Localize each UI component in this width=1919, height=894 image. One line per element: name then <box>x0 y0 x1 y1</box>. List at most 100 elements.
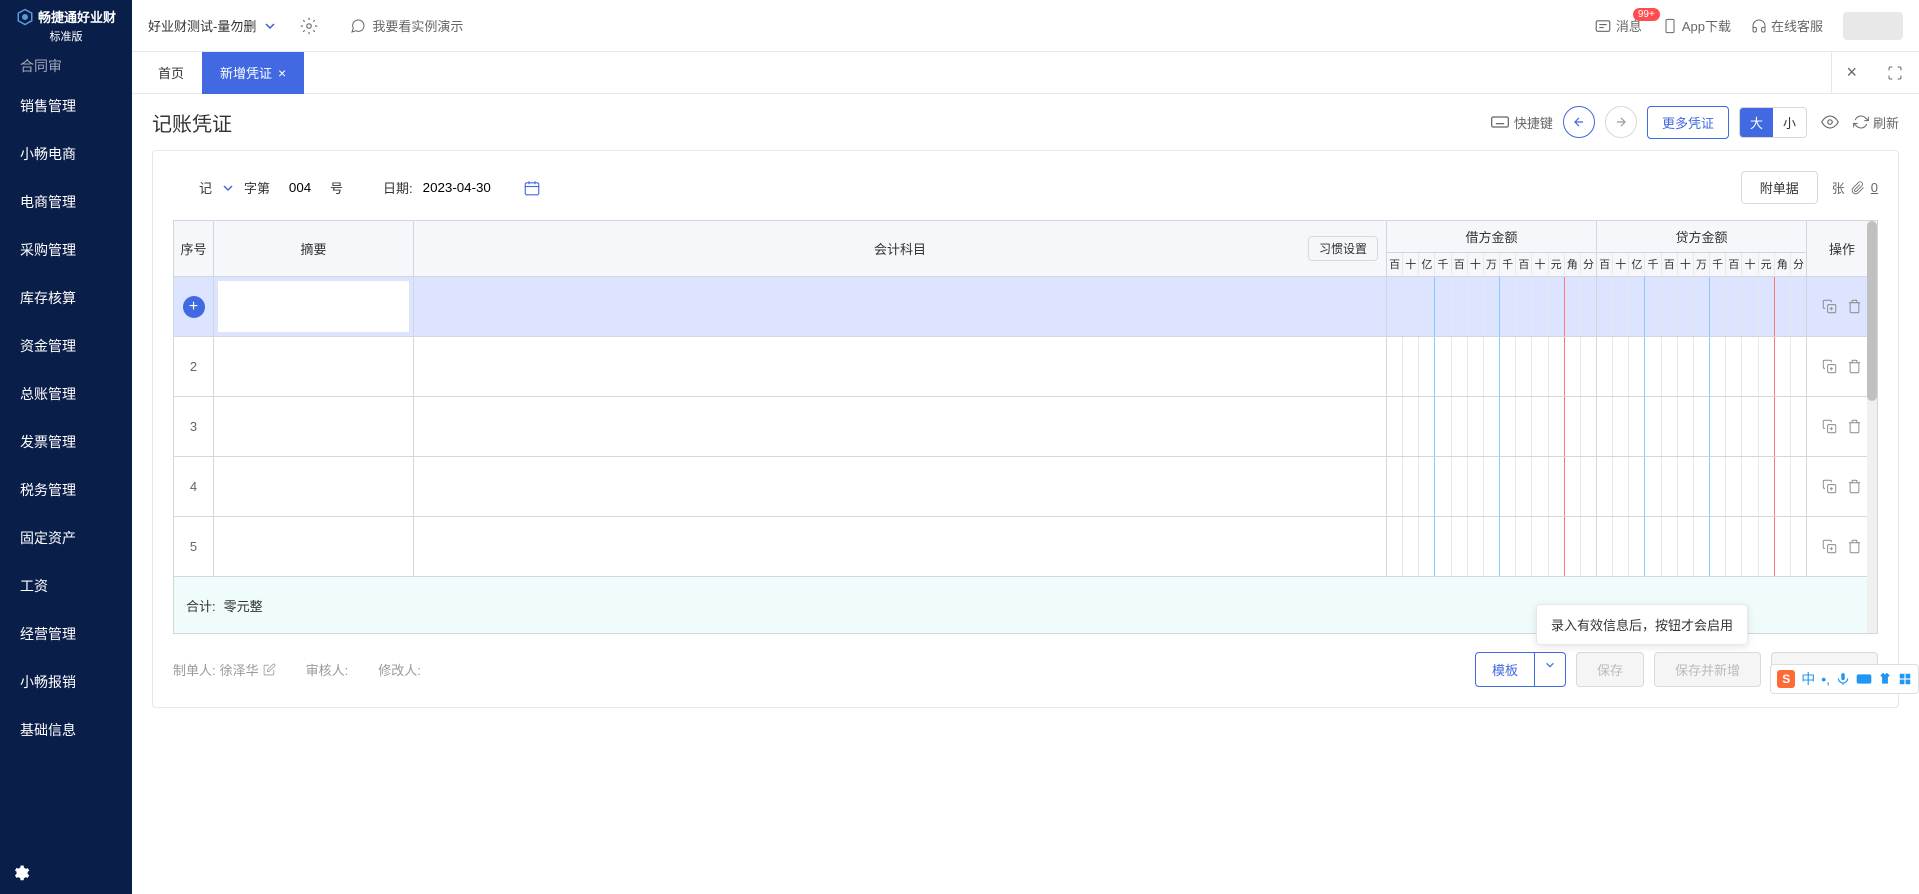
amount-cell[interactable] <box>1775 337 1791 396</box>
summary-input[interactable] <box>218 281 409 332</box>
amount-cell[interactable] <box>1516 337 1532 396</box>
amount-cell[interactable] <box>1565 277 1581 336</box>
amount-cell[interactable] <box>1710 457 1726 516</box>
amount-cell[interactable] <box>1759 337 1775 396</box>
amount-cell[interactable] <box>1419 397 1435 456</box>
ime-grid-icon[interactable] <box>1898 672 1912 686</box>
copy-row-icon[interactable] <box>1822 479 1837 494</box>
amount-cell[interactable] <box>1484 337 1500 396</box>
amount-cell[interactable] <box>1775 517 1791 576</box>
amount-cell[interactable] <box>1629 457 1645 516</box>
amount-cell[interactable] <box>1581 517 1596 576</box>
amount-cell[interactable] <box>1435 457 1451 516</box>
amount-cell[interactable] <box>1403 457 1419 516</box>
amount-cell[interactable] <box>1532 517 1548 576</box>
amount-cell[interactable] <box>1581 457 1596 516</box>
edit-icon[interactable] <box>263 663 276 676</box>
amount-cell[interactable] <box>1694 517 1710 576</box>
prev-button[interactable] <box>1563 106 1595 138</box>
amount-cell[interactable] <box>1791 457 1806 516</box>
row-subject[interactable] <box>414 517 1387 576</box>
amount-cell[interactable] <box>1516 397 1532 456</box>
amount-cell[interactable] <box>1710 397 1726 456</box>
amount-cell[interactable] <box>1581 277 1596 336</box>
sidebar-item-0[interactable]: 合同审 <box>0 52 132 82</box>
amount-cell[interactable] <box>1549 397 1565 456</box>
amount-cell[interactable] <box>1468 457 1484 516</box>
row-summary[interactable] <box>214 277 414 336</box>
sidebar-item-14[interactable]: 基础信息 <box>0 706 132 754</box>
view-button[interactable] <box>1817 109 1843 135</box>
sidebar-item-9[interactable]: 税务管理 <box>0 466 132 514</box>
delete-row-icon[interactable] <box>1847 299 1862 314</box>
amount-cell[interactable] <box>1613 457 1629 516</box>
ime-mic-icon[interactable] <box>1836 672 1850 686</box>
support-button[interactable]: 在线客服 <box>1751 16 1823 35</box>
delete-row-icon[interactable] <box>1847 539 1862 554</box>
ime-lang[interactable]: 中 <box>1801 669 1815 689</box>
amount-cell[interactable] <box>1565 337 1581 396</box>
settings-button[interactable] <box>300 17 318 35</box>
amount-cell[interactable] <box>1759 277 1775 336</box>
amount-cell[interactable] <box>1516 457 1532 516</box>
template-dropdown[interactable] <box>1535 653 1565 686</box>
amount-cell[interactable] <box>1549 337 1565 396</box>
voucher-date-input[interactable] <box>423 180 513 195</box>
fullscreen-button[interactable] <box>1871 65 1919 81</box>
amount-cell[interactable] <box>1629 277 1645 336</box>
sidebar-item-6[interactable]: 资金管理 <box>0 322 132 370</box>
amount-cell[interactable] <box>1452 457 1468 516</box>
amount-cell[interactable] <box>1468 517 1484 576</box>
amount-cell[interactable] <box>1435 277 1451 336</box>
tab-home[interactable]: 首页 <box>140 52 202 94</box>
amount-cell[interactable] <box>1452 397 1468 456</box>
sidebar-item-3[interactable]: 电商管理 <box>0 178 132 226</box>
row-summary[interactable] <box>214 337 414 396</box>
ime-toolbar[interactable]: S 中 •, <box>1770 664 1919 694</box>
amount-cell[interactable] <box>1694 457 1710 516</box>
amount-cell[interactable] <box>1387 457 1403 516</box>
amount-cell[interactable] <box>1613 277 1629 336</box>
habit-settings-button[interactable]: 习惯设置 <box>1308 236 1378 261</box>
amount-cell[interactable] <box>1694 277 1710 336</box>
copy-row-icon[interactable] <box>1822 359 1837 374</box>
amount-cell[interactable] <box>1500 277 1516 336</box>
close-all-tabs[interactable]: × <box>1831 52 1871 94</box>
amount-cell[interactable] <box>1645 337 1661 396</box>
amount-cell[interactable] <box>1662 397 1678 456</box>
attach-button[interactable]: 附单据 <box>1741 171 1818 204</box>
amount-cell[interactable] <box>1662 457 1678 516</box>
amount-cell[interactable] <box>1435 337 1451 396</box>
amount-cell[interactable] <box>1726 337 1742 396</box>
amount-cell[interactable] <box>1532 277 1548 336</box>
amount-cell[interactable] <box>1549 457 1565 516</box>
amount-cell[interactable] <box>1726 517 1742 576</box>
more-vouchers-button[interactable]: 更多凭证 <box>1647 106 1729 139</box>
sidebar-item-4[interactable]: 采购管理 <box>0 226 132 274</box>
amount-cell[interactable] <box>1387 517 1403 576</box>
amount-cell[interactable] <box>1581 337 1596 396</box>
amount-cell[interactable] <box>1629 397 1645 456</box>
refresh-button[interactable]: 刷新 <box>1853 113 1899 132</box>
ime-punct-icon[interactable]: •, <box>1821 671 1830 687</box>
voucher-number-input[interactable] <box>280 180 320 195</box>
amount-cell[interactable] <box>1565 397 1581 456</box>
size-big-button[interactable]: 大 <box>1740 108 1773 137</box>
messages-button[interactable]: 消息 99+ <box>1594 16 1642 35</box>
amount-cell[interactable] <box>1759 397 1775 456</box>
amount-cell[interactable] <box>1742 277 1758 336</box>
amount-cell[interactable] <box>1613 337 1629 396</box>
amount-cell[interactable] <box>1435 517 1451 576</box>
amount-cell[interactable] <box>1452 277 1468 336</box>
amount-cell[interactable] <box>1516 517 1532 576</box>
amount-cell[interactable] <box>1597 277 1613 336</box>
amount-cell[interactable] <box>1662 517 1678 576</box>
amount-cell[interactable] <box>1484 517 1500 576</box>
sidebar-item-1[interactable]: 销售管理 <box>0 82 132 130</box>
amount-cell[interactable] <box>1387 277 1403 336</box>
amount-cell[interactable] <box>1710 517 1726 576</box>
amount-cell[interactable] <box>1387 397 1403 456</box>
amount-cell[interactable] <box>1629 517 1645 576</box>
amount-cell[interactable] <box>1500 457 1516 516</box>
user-avatar[interactable] <box>1843 12 1903 40</box>
